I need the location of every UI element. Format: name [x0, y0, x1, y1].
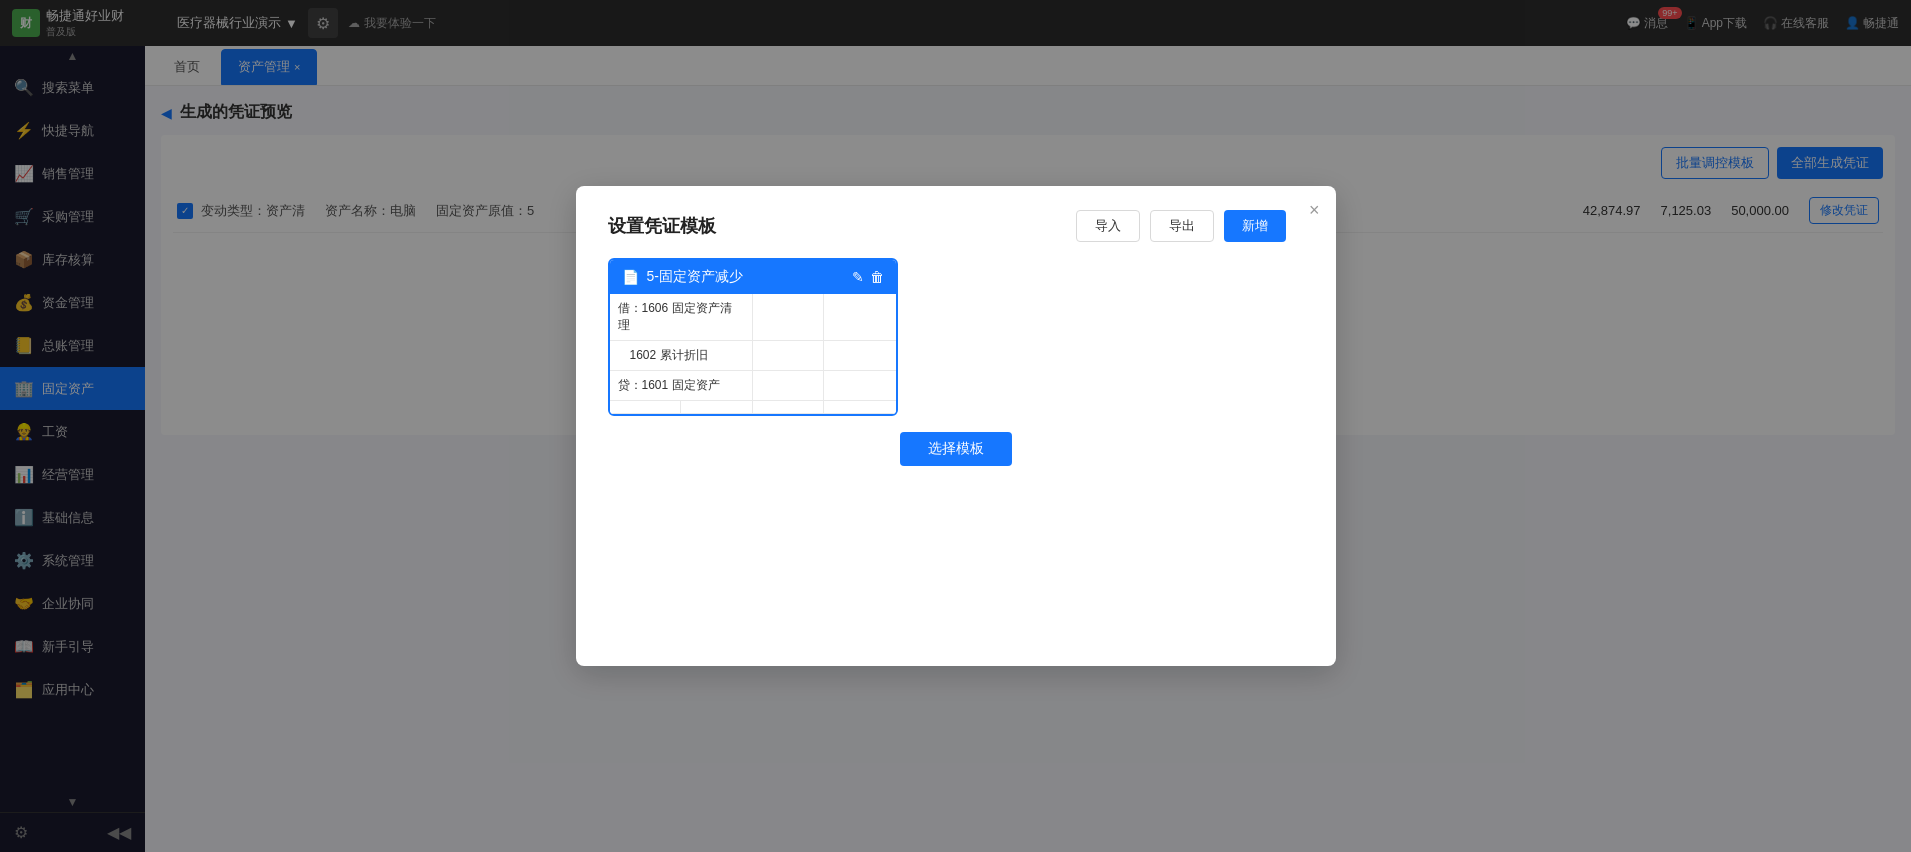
template-cell-1-2: [753, 341, 825, 370]
new-btn[interactable]: 新增: [1224, 210, 1286, 242]
template-card: 📄 5-固定资产减少 ✎ 🗑 借：1606 固定资产清理 1602 累计折旧: [608, 258, 898, 416]
template-cell-2-3: [824, 371, 896, 400]
template-edit-icon[interactable]: ✎: [852, 269, 864, 285]
modal-toolbar: 导入 导出 新增: [1076, 210, 1286, 242]
template-row-2: 贷：1601 固定资产: [610, 371, 896, 401]
template-doc-icon: 📄: [622, 269, 639, 285]
template-cell-e-3: [824, 401, 896, 413]
template-cell-0-3: [824, 294, 896, 340]
modal-close-btn[interactable]: ×: [1309, 200, 1320, 221]
template-cell-e-1: [681, 401, 753, 413]
template-row-1: 1602 累计折旧: [610, 341, 896, 371]
modal-overlay: × 设置凭证模板 导入 导出 新增 📄 5-固定资产减少 ✎ 🗑 借：160: [0, 0, 1911, 852]
template-card-icons: ✎ 🗑: [852, 269, 884, 285]
template-cell-2-0: 贷：1601 固定资产: [610, 371, 753, 400]
template-cell-1-0: 1602 累计折旧: [610, 341, 753, 370]
template-cell-0-0: 借：1606 固定资产清理: [610, 294, 753, 340]
template-cell-0-2: [753, 294, 825, 340]
template-cell-e-2: [753, 401, 825, 413]
modal: × 设置凭证模板 导入 导出 新增 📄 5-固定资产减少 ✎ 🗑 借：160: [576, 186, 1336, 666]
template-card-body: 借：1606 固定资产清理 1602 累计折旧 贷：1601 固定资产: [610, 294, 896, 414]
template-row-empty: [610, 401, 896, 414]
template-row-0: 借：1606 固定资产清理: [610, 294, 896, 341]
template-cell-1-3: [824, 341, 896, 370]
template-cell-e-0: [610, 401, 682, 413]
import-btn[interactable]: 导入: [1076, 210, 1140, 242]
template-delete-icon[interactable]: 🗑: [870, 269, 884, 285]
template-name: 5-固定资产减少: [647, 268, 743, 286]
template-card-header: 📄 5-固定资产减少 ✎ 🗑: [610, 260, 896, 294]
template-cell-2-2: [753, 371, 825, 400]
select-template-btn[interactable]: 选择模板: [900, 432, 1012, 466]
export-btn[interactable]: 导出: [1150, 210, 1214, 242]
